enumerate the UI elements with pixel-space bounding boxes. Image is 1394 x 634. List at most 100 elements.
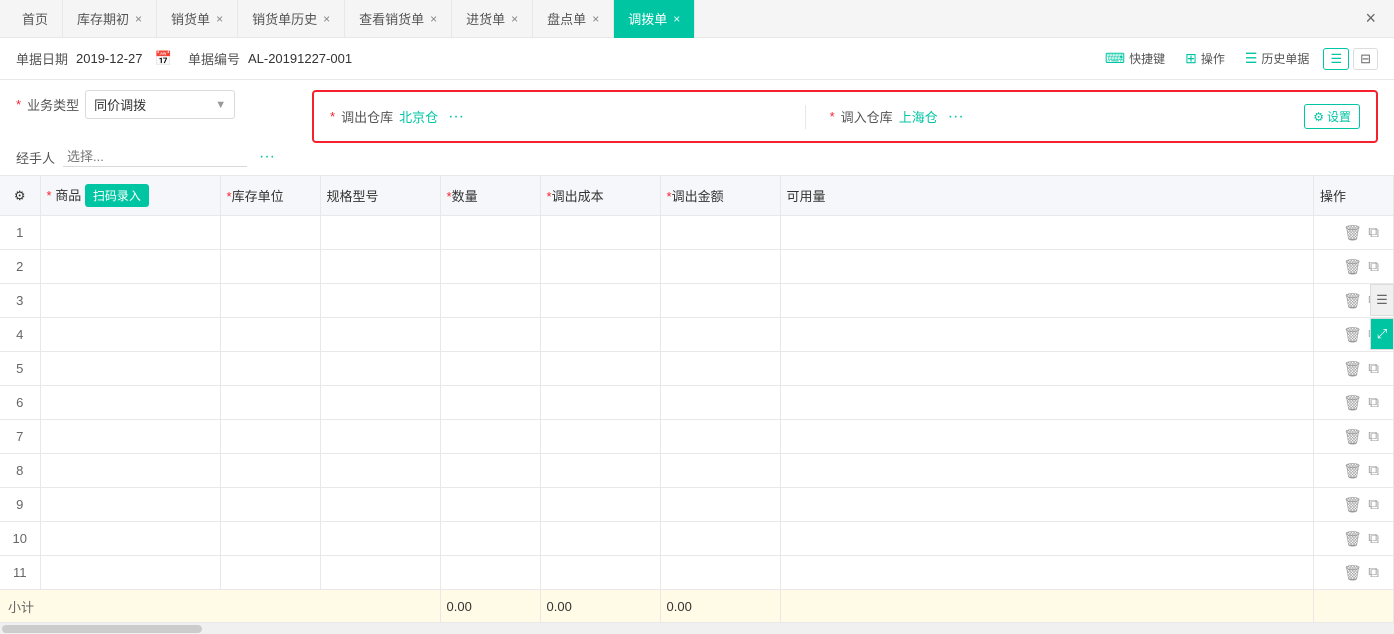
row-product[interactable] xyxy=(40,318,220,352)
row-avail[interactable] xyxy=(780,386,1314,420)
tab-inventory[interactable]: 盘点单 × xyxy=(533,0,614,38)
copy-icon[interactable]: ⧉ xyxy=(1368,224,1379,241)
row-cost[interactable] xyxy=(540,556,660,590)
row-unit[interactable] xyxy=(220,488,320,522)
row-product[interactable] xyxy=(40,386,220,420)
row-spec[interactable] xyxy=(320,454,440,488)
row-spec[interactable] xyxy=(320,522,440,556)
row-cost[interactable] xyxy=(540,420,660,454)
row-spec[interactable] xyxy=(320,216,440,250)
tab-purchase[interactable]: 进货单 × xyxy=(452,0,533,38)
row-spec[interactable] xyxy=(320,420,440,454)
row-unit[interactable] xyxy=(220,318,320,352)
row-spec[interactable] xyxy=(320,386,440,420)
copy-icon[interactable]: ⧉ xyxy=(1368,496,1379,513)
row-amount[interactable] xyxy=(660,284,780,318)
delete-icon[interactable]: 🗑 xyxy=(1343,360,1362,378)
in-warehouse-more-button[interactable]: ··· xyxy=(948,108,964,126)
tab-inventory-init-close[interactable]: × xyxy=(135,12,142,26)
window-close-button[interactable]: × xyxy=(1355,8,1386,29)
row-avail[interactable] xyxy=(780,420,1314,454)
row-unit[interactable] xyxy=(220,454,320,488)
tab-transfer[interactable]: 调拨单 × xyxy=(614,0,695,38)
settings-button[interactable]: ⚙ 设置 xyxy=(1304,104,1360,129)
row-amount[interactable] xyxy=(660,352,780,386)
delete-icon[interactable]: 🗑 xyxy=(1343,292,1362,310)
delete-icon[interactable]: 🗑 xyxy=(1343,564,1362,582)
handler-input[interactable] xyxy=(63,147,247,167)
copy-icon[interactable]: ⧉ xyxy=(1368,462,1379,479)
row-cost[interactable] xyxy=(540,352,660,386)
tab-sales-order-close[interactable]: × xyxy=(216,12,223,26)
row-amount[interactable] xyxy=(660,420,780,454)
row-qty[interactable] xyxy=(440,420,540,454)
history-button[interactable]: ☰ 历史单据 xyxy=(1239,48,1316,69)
row-cost[interactable] xyxy=(540,488,660,522)
row-unit[interactable] xyxy=(220,284,320,318)
row-spec[interactable] xyxy=(320,250,440,284)
row-qty[interactable] xyxy=(440,488,540,522)
row-qty[interactable] xyxy=(440,386,540,420)
row-spec[interactable] xyxy=(320,488,440,522)
delete-icon[interactable]: 🗑 xyxy=(1343,530,1362,548)
delete-icon[interactable]: 🗑 xyxy=(1343,394,1362,412)
grid-view-button[interactable]: ⊟ xyxy=(1353,48,1378,70)
row-avail[interactable] xyxy=(780,556,1314,590)
row-cost[interactable] xyxy=(540,522,660,556)
row-unit[interactable] xyxy=(220,216,320,250)
tab-inventory-init[interactable]: 库存期初 × xyxy=(63,0,157,38)
row-spec[interactable] xyxy=(320,318,440,352)
row-product[interactable] xyxy=(40,284,220,318)
tab-view-sales-close[interactable]: × xyxy=(430,12,437,26)
copy-icon[interactable]: ⧉ xyxy=(1368,394,1379,411)
row-unit[interactable] xyxy=(220,420,320,454)
row-qty[interactable] xyxy=(440,352,540,386)
delete-icon[interactable]: 🗑 xyxy=(1343,462,1362,480)
row-unit[interactable] xyxy=(220,386,320,420)
row-amount[interactable] xyxy=(660,556,780,590)
row-cost[interactable] xyxy=(540,318,660,352)
row-product[interactable] xyxy=(40,216,220,250)
delete-icon[interactable]: 🗑 xyxy=(1343,258,1362,276)
row-unit[interactable] xyxy=(220,556,320,590)
copy-icon[interactable]: ⧉ xyxy=(1368,258,1379,275)
row-amount[interactable] xyxy=(660,318,780,352)
row-avail[interactable] xyxy=(780,216,1314,250)
handler-more-button[interactable]: ··· xyxy=(259,148,275,166)
tab-sales-order[interactable]: 销货单 × xyxy=(157,0,238,38)
operation-button[interactable]: ⊞ 操作 xyxy=(1179,48,1231,69)
copy-icon[interactable]: ⧉ xyxy=(1368,360,1379,377)
tab-sales-history[interactable]: 销货单历史 × xyxy=(238,0,345,38)
row-qty[interactable] xyxy=(440,556,540,590)
row-avail[interactable] xyxy=(780,488,1314,522)
row-avail[interactable] xyxy=(780,522,1314,556)
row-cost[interactable] xyxy=(540,284,660,318)
copy-icon[interactable]: ⧉ xyxy=(1368,564,1379,581)
row-product[interactable] xyxy=(40,352,220,386)
row-amount[interactable] xyxy=(660,216,780,250)
row-avail[interactable] xyxy=(780,454,1314,488)
row-avail[interactable] xyxy=(780,352,1314,386)
row-amount[interactable] xyxy=(660,488,780,522)
row-cost[interactable] xyxy=(540,386,660,420)
row-amount[interactable] xyxy=(660,522,780,556)
row-product[interactable] xyxy=(40,488,220,522)
row-qty[interactable] xyxy=(440,318,540,352)
row-avail[interactable] xyxy=(780,284,1314,318)
row-qty[interactable] xyxy=(440,522,540,556)
row-cost[interactable] xyxy=(540,454,660,488)
row-spec[interactable] xyxy=(320,284,440,318)
scrollbar-thumb[interactable] xyxy=(2,625,202,633)
row-product[interactable] xyxy=(40,420,220,454)
tab-home[interactable]: 首页 xyxy=(8,0,63,38)
row-cost[interactable] xyxy=(540,216,660,250)
row-avail[interactable] xyxy=(780,250,1314,284)
row-qty[interactable] xyxy=(440,216,540,250)
tab-view-sales[interactable]: 查看销货单 × xyxy=(345,0,452,38)
float-list-button[interactable]: ☰ xyxy=(1370,284,1394,316)
row-amount[interactable] xyxy=(660,386,780,420)
row-amount[interactable] xyxy=(660,250,780,284)
row-amount[interactable] xyxy=(660,454,780,488)
horizontal-scrollbar[interactable] xyxy=(0,622,1394,634)
copy-icon[interactable]: ⧉ xyxy=(1368,428,1379,445)
